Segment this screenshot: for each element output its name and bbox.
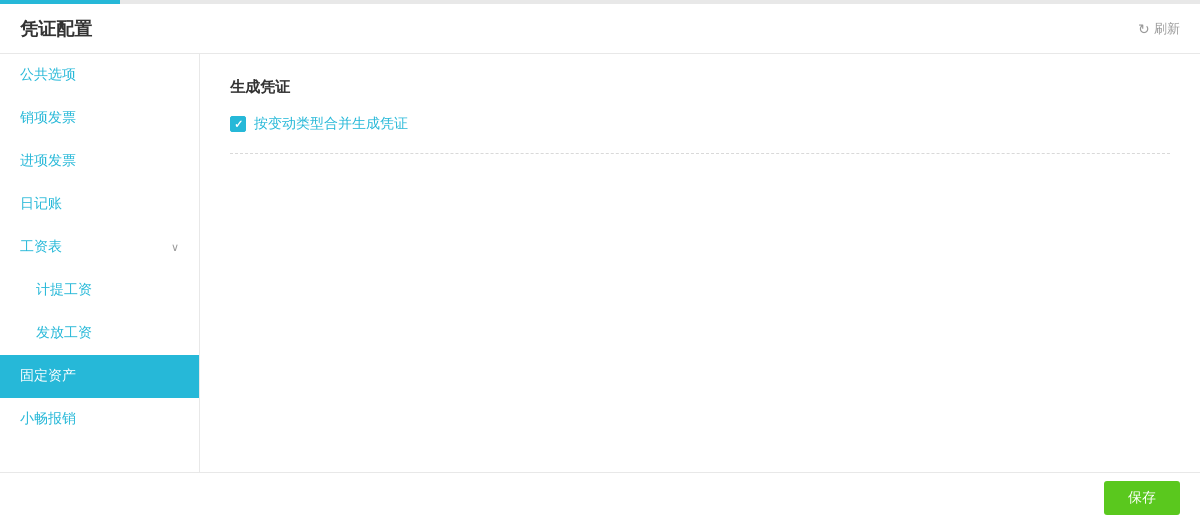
sidebar-item-label: 进项发票 — [20, 152, 76, 170]
sidebar-item-label: 公共选项 — [20, 66, 76, 84]
section-divider — [230, 153, 1170, 154]
save-button[interactable]: 保存 — [1104, 481, 1180, 515]
top-bar-active-indicator — [0, 0, 120, 4]
sidebar-item-fixed-assets[interactable]: 固定资产 — [0, 355, 199, 398]
sidebar-item-label: 发放工资 — [36, 324, 92, 342]
sidebar-item-accrual-payroll[interactable]: 计提工资 — [0, 269, 199, 312]
chevron-down-icon: ∨ — [171, 241, 179, 254]
page-wrapper: 凭证配置 ↻ 刷新 公共选项销项发票进项发票日记账工资表 ∨ 计提工资发放工资固定资… — [0, 0, 1200, 522]
sidebar-item-label: 工资表 — [20, 238, 62, 256]
sidebar-item-label: 小畅报销 — [20, 410, 76, 428]
page-footer: 保存 — [0, 472, 1200, 522]
main-layout: 公共选项销项发票进项发票日记账工资表 ∨ 计提工资发放工资固定资产小畅报销 生成凭证… — [0, 54, 1200, 472]
sidebar-item-journal[interactable]: 日记账 — [0, 183, 199, 226]
page-header: 凭证配置 ↻ 刷新 — [0, 4, 1200, 54]
content-area: 生成凭证 按变动类型合并生成凭证 — [200, 54, 1200, 472]
page-title: 凭证配置 — [20, 17, 92, 41]
refresh-label: 刷新 — [1154, 20, 1180, 38]
sidebar-item-petty-expense[interactable]: 小畅报销 — [0, 398, 199, 441]
sidebar-item-purchase-invoice[interactable]: 进项发票 — [0, 140, 199, 183]
refresh-button[interactable]: ↻ 刷新 — [1138, 20, 1180, 38]
sidebar-item-payment-payroll[interactable]: 发放工资 — [0, 312, 199, 355]
section-title: 生成凭证 — [230, 78, 1170, 97]
sidebar-item-sales-invoice[interactable]: 销项发票 — [0, 97, 199, 140]
sidebar-item-payroll-table[interactable]: 工资表 ∨ — [0, 226, 199, 269]
sidebar-item-label: 固定资产 — [20, 367, 76, 385]
refresh-icon: ↻ — [1138, 21, 1150, 37]
sidebar-item-public-options[interactable]: 公共选项 — [0, 54, 199, 97]
merge-voucher-checkbox[interactable] — [230, 116, 246, 132]
sidebar-item-label: 计提工资 — [36, 281, 92, 299]
sidebar-item-label: 销项发票 — [20, 109, 76, 127]
sidebar: 公共选项销项发票进项发票日记账工资表 ∨ 计提工资发放工资固定资产小畅报销 — [0, 54, 200, 472]
merge-voucher-label[interactable]: 按变动类型合并生成凭证 — [254, 115, 408, 133]
top-bar — [0, 0, 1200, 4]
merge-voucher-row: 按变动类型合并生成凭证 — [230, 115, 1170, 133]
sidebar-item-label: 日记账 — [20, 195, 62, 213]
